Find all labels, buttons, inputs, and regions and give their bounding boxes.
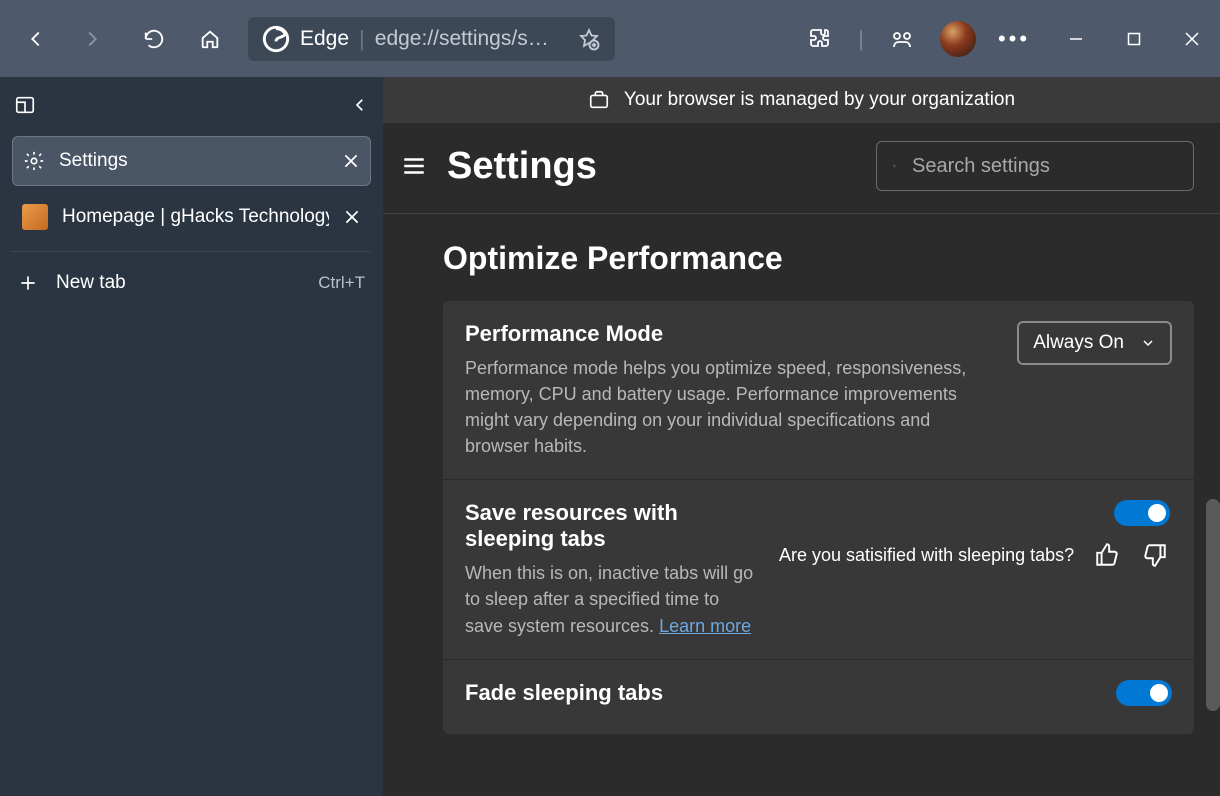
row-title: Save resources with sleeping tabs: [465, 500, 755, 552]
tab-settings[interactable]: Settings: [12, 136, 371, 186]
url-text: edge://settings/s…: [375, 27, 549, 51]
thumbs-down-button[interactable]: [1140, 540, 1170, 570]
sleeping-tabs-toggle[interactable]: [1114, 500, 1170, 526]
tab-label: Homepage | gHacks Technology: [62, 206, 329, 228]
search-settings-box[interactable]: [876, 141, 1194, 191]
reload-button[interactable]: [126, 11, 182, 67]
row-title: Performance Mode: [465, 321, 993, 347]
divider: [12, 251, 371, 252]
separator: |: [858, 26, 864, 52]
search-icon: [893, 155, 896, 177]
org-notice-bar: Your browser is managed by your organiza…: [383, 77, 1220, 123]
tab-label: Settings: [59, 150, 328, 172]
feedback-question: Are you satisified with sleeping tabs?: [779, 545, 1074, 566]
plus-icon: [18, 273, 38, 293]
settings-content: Your browser is managed by your organiza…: [383, 77, 1220, 796]
thumbs-up-button[interactable]: [1092, 540, 1122, 570]
fade-tabs-row: Fade sleeping tabs: [443, 660, 1194, 734]
product-label: Edge: [300, 27, 349, 51]
search-input[interactable]: [912, 155, 1177, 178]
browser-toolbar: Edge | edge://settings/s… | •••: [0, 0, 1220, 77]
collections-icon[interactable]: [890, 27, 914, 51]
profile-avatar[interactable]: [940, 21, 976, 57]
performance-card: Performance Mode Performance mode helps …: [443, 301, 1194, 734]
sleeping-tabs-row: Save resources with sleeping tabs When t…: [443, 480, 1194, 659]
address-bar[interactable]: Edge | edge://settings/s…: [248, 17, 615, 61]
new-tab-shortcut: Ctrl+T: [318, 273, 365, 293]
org-notice-text: Your browser is managed by your organiza…: [624, 89, 1015, 111]
close-tab-icon[interactable]: [342, 152, 360, 170]
chevron-down-icon: [1140, 335, 1156, 351]
new-tab-button[interactable]: New tab Ctrl+T: [0, 258, 383, 308]
more-menu-icon[interactable]: •••: [1002, 27, 1026, 51]
back-button[interactable]: [8, 11, 64, 67]
section-heading: Optimize Performance: [443, 240, 1194, 277]
hamburger-menu-icon[interactable]: [401, 153, 427, 179]
forward-button[interactable]: [64, 11, 120, 67]
tab-actions-icon[interactable]: [14, 94, 36, 116]
window-minimize-button[interactable]: [1062, 25, 1090, 53]
close-tab-icon[interactable]: [343, 208, 361, 226]
row-description: When this is on, inactive tabs will go t…: [465, 560, 755, 638]
separator: |: [359, 26, 365, 52]
vertical-tabs-sidebar: Settings Homepage | gHacks Technology Ne…: [0, 77, 383, 796]
new-tab-label: New tab: [56, 272, 126, 294]
page-title: Settings: [447, 145, 597, 188]
learn-more-link[interactable]: Learn more: [659, 616, 751, 636]
performance-mode-dropdown[interactable]: Always On: [1017, 321, 1172, 365]
extensions-icon[interactable]: [808, 27, 832, 51]
favorite-icon[interactable]: [577, 27, 601, 51]
collapse-sidebar-icon[interactable]: [351, 96, 369, 114]
window-maximize-button[interactable]: [1120, 25, 1148, 53]
window-close-button[interactable]: [1178, 25, 1206, 53]
row-description: Performance mode helps you optimize spee…: [465, 355, 993, 459]
dropdown-value: Always On: [1033, 332, 1124, 354]
tab-homepage[interactable]: Homepage | gHacks Technology: [12, 192, 371, 242]
fade-tabs-toggle[interactable]: [1116, 680, 1172, 706]
toolbar-right: | •••: [808, 21, 1212, 57]
home-button[interactable]: [182, 11, 238, 67]
edge-logo-icon: [262, 25, 290, 53]
site-favicon: [22, 204, 48, 230]
scrollbar-thumb[interactable]: [1206, 499, 1220, 711]
row-title: Fade sleeping tabs: [465, 680, 1092, 706]
briefcase-icon: [588, 89, 610, 111]
gear-icon: [23, 150, 45, 172]
performance-mode-row: Performance Mode Performance mode helps …: [443, 301, 1194, 480]
